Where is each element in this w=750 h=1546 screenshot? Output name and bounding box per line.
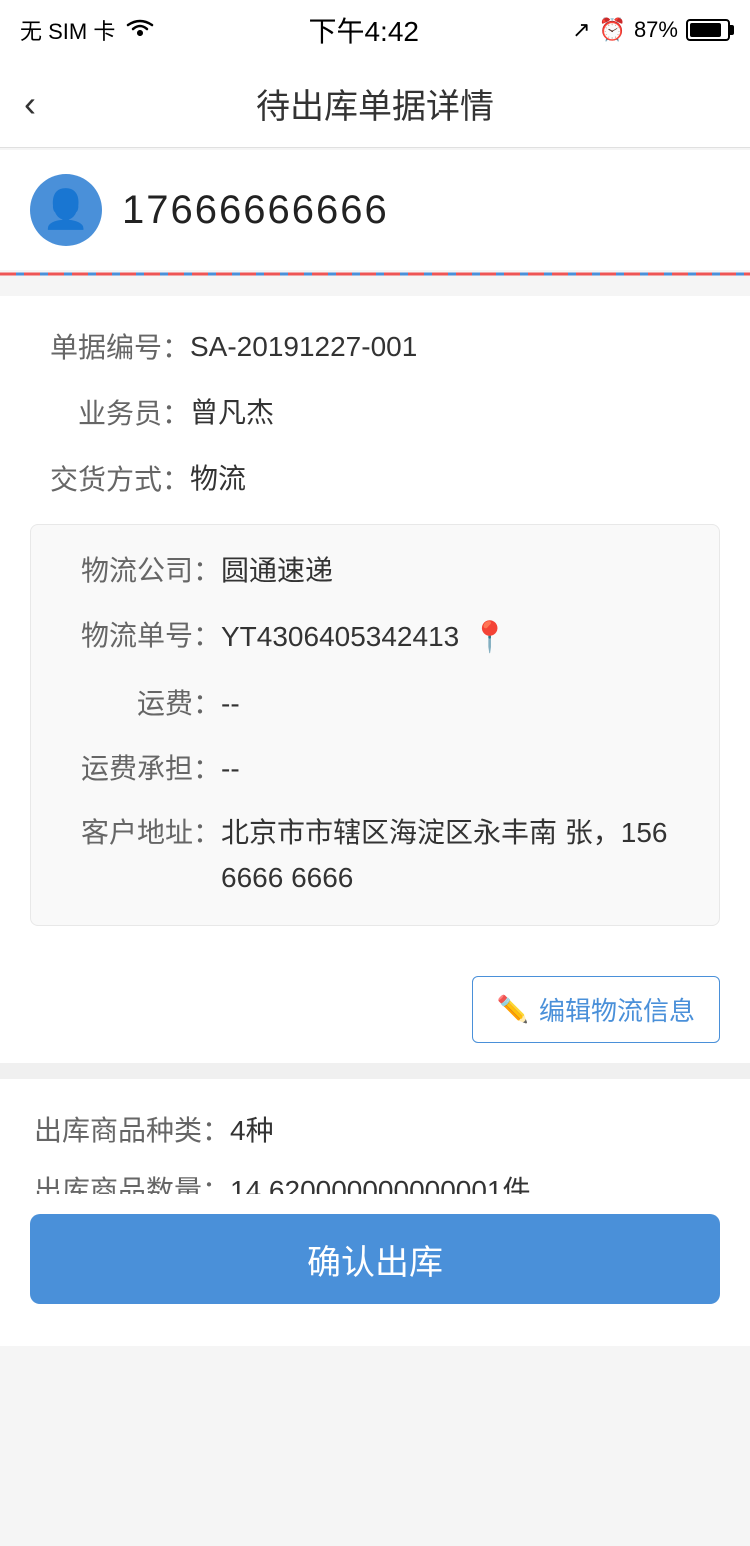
- status-right: ↗ ⏰ 87%: [572, 17, 730, 43]
- freight-bear-row: 运费承担： --: [61, 747, 689, 792]
- delivery-method-label: 交货方式：: [30, 458, 190, 498]
- logistics-company-row: 物流公司： 圆通速递: [61, 549, 689, 594]
- status-bar: 无 SIM 卡 下午4:42 ↗ ⏰ 87%: [0, 0, 750, 60]
- logistics-card: 物流公司： 圆通速递 物流单号： YT43064053424​13 📍 运费： …: [30, 524, 720, 926]
- edit-logistics-label: 编辑物流信息: [539, 991, 695, 1028]
- avatar: 👤: [30, 174, 102, 246]
- goods-types-value: 4种: [230, 1109, 720, 1149]
- sales-person-row: 业务员： 曾凡杰: [30, 392, 720, 434]
- goods-types-label: 出库商品种类：: [30, 1109, 230, 1149]
- order-number-label: 单据编号：: [30, 326, 190, 366]
- freight-value: --: [221, 682, 689, 727]
- location-icon[interactable]: 📍: [471, 614, 508, 662]
- confirm-outbound-button[interactable]: 确认出库: [30, 1214, 720, 1304]
- status-left: 无 SIM 卡: [20, 14, 155, 46]
- status-time: 下午4:42: [308, 10, 419, 50]
- logistics-company-label: 物流公司：: [61, 549, 221, 589]
- delivery-method-row: 交货方式： 物流: [30, 458, 720, 500]
- location-status-icon: ↗: [572, 17, 590, 43]
- section-divider: [0, 1063, 750, 1079]
- dashed-divider: [0, 270, 750, 278]
- delivery-method-value: 物流: [190, 458, 720, 500]
- address-value: 北京市市辖区海淀区永丰南 张，156 6666 6666: [221, 811, 689, 901]
- logistics-tracking-label: 物流单号：: [61, 614, 221, 654]
- goods-types-row: 出库商品种类： 4种: [30, 1109, 720, 1149]
- logistics-tracking-value: YT43064053424​13 📍: [221, 614, 689, 662]
- bottom-space: [0, 1346, 750, 1546]
- freight-bear-value: --: [221, 747, 689, 792]
- confirm-btn-label: 确认出库: [307, 1235, 443, 1284]
- carrier-text: 无 SIM 卡: [20, 14, 115, 46]
- sales-person-value: 曾凡杰: [190, 392, 720, 434]
- confirm-btn-area: 确认出库: [0, 1194, 750, 1334]
- address-row: 客户地址： 北京市市辖区海淀区永丰南 张，156 6666 6666: [61, 811, 689, 901]
- battery-text: 87%: [634, 17, 678, 43]
- customer-phone: 17666666666: [122, 188, 389, 233]
- clock-icon: ⏰: [599, 17, 626, 43]
- person-icon: 👤: [42, 188, 89, 232]
- customer-header: 👤 17666666666: [0, 150, 750, 270]
- logistics-tracking-row: 物流单号： YT43064053424​13 📍: [61, 614, 689, 662]
- sales-person-label: 业务员：: [30, 392, 190, 432]
- edit-logistics-button[interactable]: ✏️ 编辑物流信息: [472, 976, 720, 1043]
- battery-icon: [686, 19, 730, 41]
- logistics-company-value: 圆通速递: [221, 549, 689, 594]
- freight-row: 运费： --: [61, 682, 689, 727]
- back-button[interactable]: ‹: [24, 83, 36, 125]
- page-title: 待出库单据详情: [256, 79, 494, 128]
- address-label: 客户地址：: [61, 811, 221, 851]
- order-info-section: 单据编号： SA-20191227-001 业务员： 曾凡杰 交货方式： 物流 …: [0, 296, 750, 956]
- order-number-value: SA-20191227-001: [190, 326, 720, 368]
- order-number-row: 单据编号： SA-20191227-001: [30, 326, 720, 368]
- edit-logistics-container: ✏️ 编辑物流信息: [0, 956, 750, 1063]
- edit-icon: ✏️: [497, 994, 529, 1025]
- nav-bar: ‹ 待出库单据详情: [0, 60, 750, 148]
- wifi-icon: [125, 16, 155, 44]
- freight-bear-label: 运费承担：: [61, 747, 221, 787]
- freight-label: 运费：: [61, 682, 221, 722]
